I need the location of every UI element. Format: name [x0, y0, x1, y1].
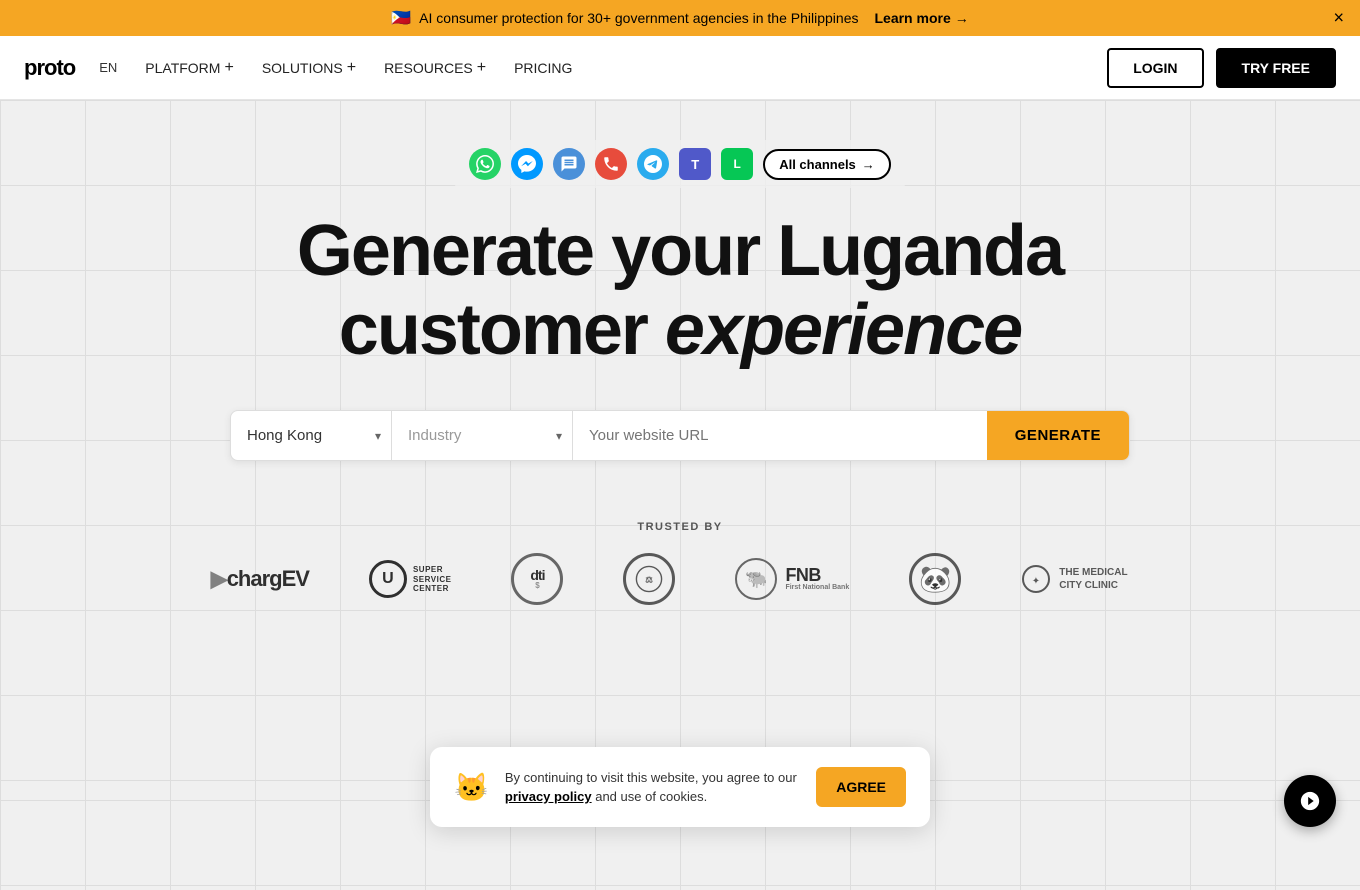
try-free-button[interactable]: TRY FREE	[1216, 48, 1336, 88]
platform-plus-icon: +	[224, 59, 233, 77]
trusted-by-label: TRUSTED BY	[637, 521, 722, 533]
hero-headline: Generate your Luganda customer experienc…	[297, 212, 1063, 370]
industry-select[interactable]: Industry E-commerce Banking Healthcare R…	[392, 411, 572, 460]
learn-more-link[interactable]: Learn more →	[874, 10, 968, 26]
privacy-policy-link[interactable]: privacy policy	[505, 789, 592, 804]
cookie-banner: 🐱 By continuing to visit this website, y…	[430, 747, 930, 827]
super-service-logo: U SUPERSERVICECENTER	[369, 560, 451, 598]
nav-item-pricing[interactable]: PRICING	[502, 52, 584, 84]
dti-logo: dti $	[511, 553, 563, 605]
whatsapp-icon[interactable]	[469, 148, 501, 180]
medical-city-logo: ✦ THE MEDICAL CITY CLINIC	[1021, 564, 1149, 594]
country-select[interactable]: Hong Kong Philippines Singapore Malaysia	[231, 411, 391, 460]
line-icon[interactable]: L	[721, 148, 753, 180]
country-select-wrapper: Hong Kong Philippines Singapore Malaysia…	[231, 411, 392, 460]
philippines-flag: 🇵🇭	[391, 8, 411, 28]
all-channels-button[interactable]: All channels →	[763, 149, 891, 180]
svg-text:✦: ✦	[1032, 576, 1040, 587]
all-channels-label: All channels	[779, 157, 856, 172]
language-selector[interactable]: EN	[99, 60, 117, 75]
top-banner: 🇵🇭 AI consumer protection for 30+ govern…	[0, 0, 1360, 36]
main-content: T L All channels → Generate your Luganda…	[0, 100, 1360, 800]
sms-icon[interactable]	[553, 148, 585, 180]
banner-close-button[interactable]: ×	[1333, 8, 1344, 29]
login-button[interactable]: LOGIN	[1107, 48, 1203, 88]
messenger-icon[interactable]	[511, 148, 543, 180]
solutions-plus-icon: +	[347, 59, 356, 77]
navbar: proto EN PLATFORM + SOLUTIONS + RESOURCE…	[0, 36, 1360, 100]
chargev-logo: ▶chargEV	[211, 566, 309, 592]
teams-icon[interactable]: T	[679, 148, 711, 180]
panda-logo: 🐼	[909, 553, 961, 605]
svg-text:⚖: ⚖	[646, 575, 654, 585]
bns-logo: ⚖	[623, 553, 675, 605]
trusted-section: TRUSTED BY ▶chargEV U SUPERSERVICECENTER…	[20, 501, 1340, 625]
agree-button[interactable]: AGREE	[816, 767, 906, 807]
cookie-text: By continuing to visit this website, you…	[505, 768, 800, 807]
trusted-logos-row: ▶chargEV U SUPERSERVICECENTER dti $	[171, 553, 1189, 605]
content-center: T L All channels → Generate your Luganda…	[0, 100, 1360, 625]
banner-text: AI consumer protection for 30+ governmen…	[419, 10, 858, 26]
nav-item-resources[interactable]: RESOURCES +	[372, 51, 498, 85]
website-url-input[interactable]	[573, 411, 987, 460]
channel-icons-row: T L All channels →	[453, 140, 907, 188]
fnb-logo: 🐃 FNB First National Bank	[735, 558, 849, 600]
nav-item-platform[interactable]: PLATFORM +	[133, 51, 246, 85]
nav-item-solutions[interactable]: SOLUTIONS +	[250, 51, 368, 85]
cookie-cat-icon: 🐱	[454, 771, 489, 804]
nav-menu: PLATFORM + SOLUTIONS + RESOURCES + PRICI…	[133, 51, 1107, 85]
generate-button[interactable]: GENERATE	[987, 411, 1129, 460]
navbar-actions: LOGIN TRY FREE	[1107, 48, 1336, 88]
industry-select-wrapper: Industry E-commerce Banking Healthcare R…	[392, 411, 573, 460]
telegram-icon[interactable]	[637, 148, 669, 180]
phone-icon[interactable]	[595, 148, 627, 180]
logo[interactable]: proto	[24, 55, 75, 81]
resources-plus-icon: +	[477, 59, 486, 77]
all-channels-arrow: →	[862, 157, 875, 172]
fab-button[interactable]	[1284, 775, 1336, 827]
form-row: Hong Kong Philippines Singapore Malaysia…	[230, 410, 1130, 461]
